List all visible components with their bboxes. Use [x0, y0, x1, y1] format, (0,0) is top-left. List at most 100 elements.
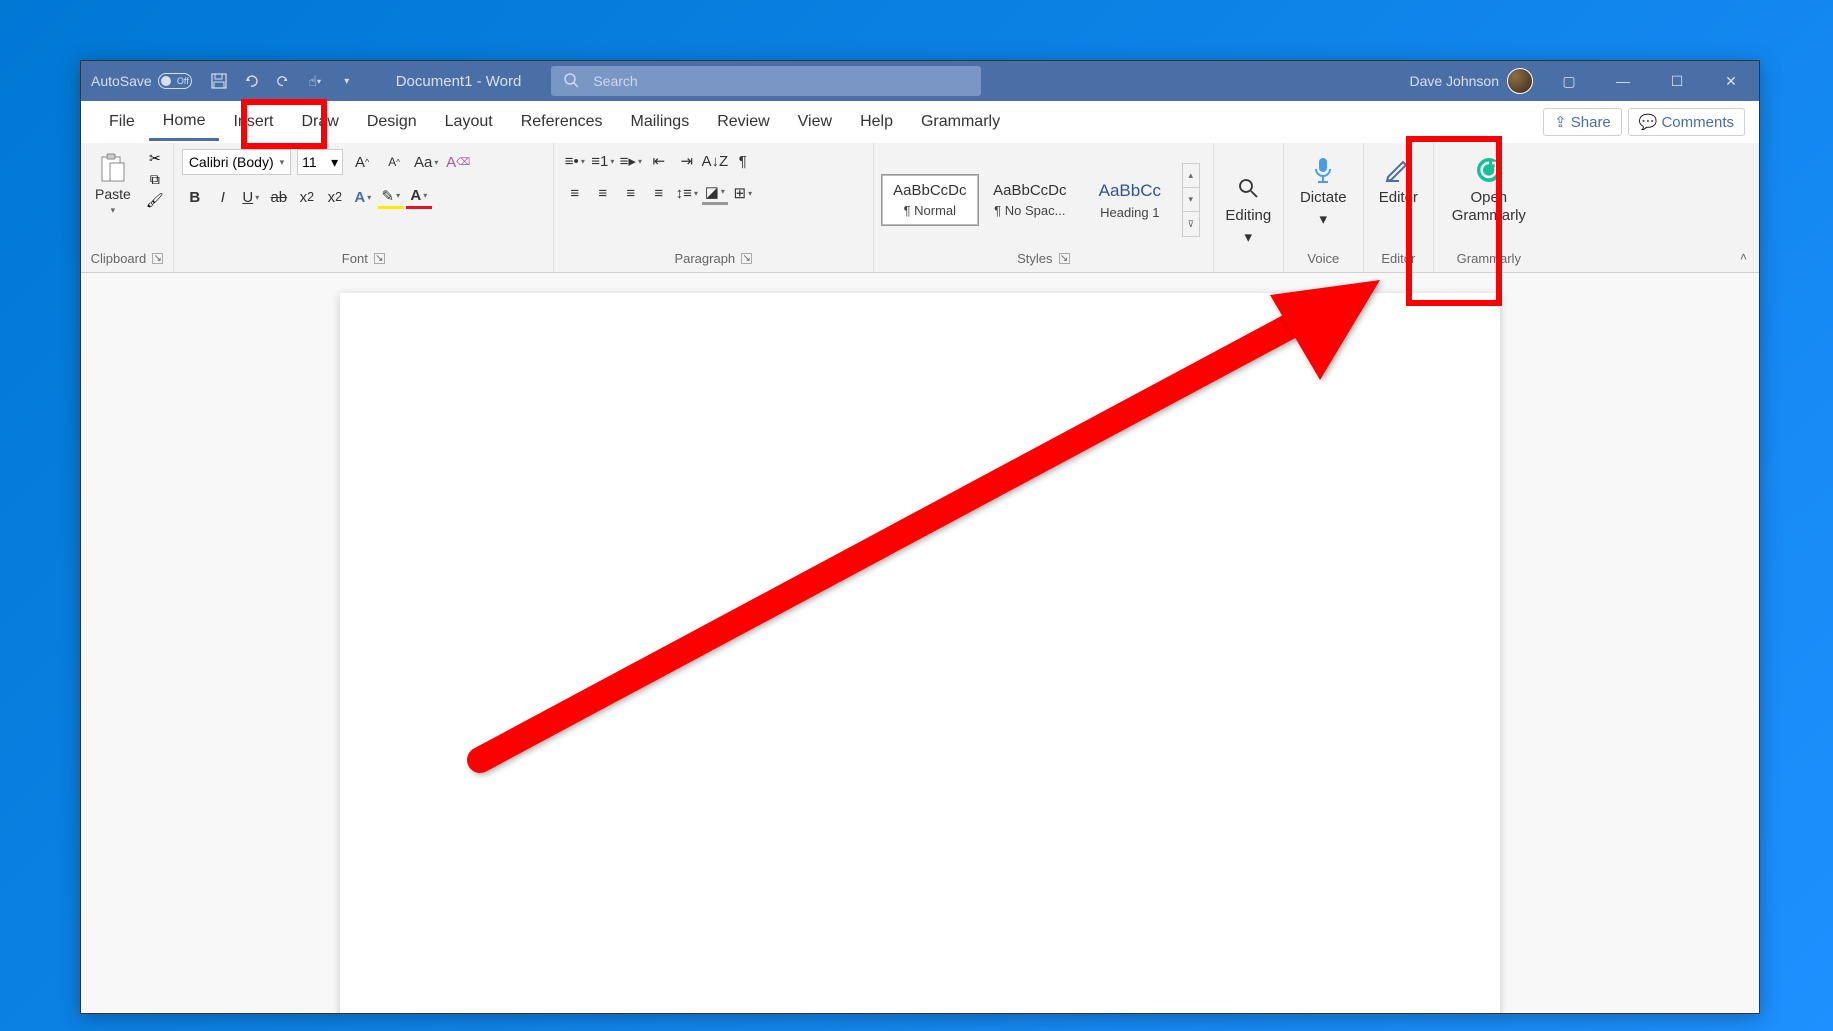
sort-button[interactable]: A↓Z — [702, 149, 728, 173]
undo-icon[interactable] — [242, 72, 260, 90]
share-icon: ⇪ — [1554, 113, 1567, 131]
grow-font-button[interactable]: A^ — [349, 150, 375, 174]
bold-button[interactable]: B — [182, 185, 208, 209]
comments-button[interactable]: 💬Comments — [1628, 108, 1745, 136]
group-grammarly-label: Grammarly — [1457, 251, 1521, 266]
chevron-down-icon: ▾ — [1320, 210, 1328, 228]
clipboard-launcher[interactable]: ↘ — [152, 253, 163, 264]
subscript-button[interactable]: x2 — [294, 185, 320, 209]
minimize-icon[interactable]: ― — [1605, 73, 1641, 89]
change-case-button[interactable]: Aa — [413, 150, 439, 174]
increase-indent-button[interactable]: ⇥ — [674, 149, 700, 173]
font-launcher[interactable]: ↘ — [374, 253, 385, 264]
word-window: AutoSave Off ☝︎▾ ▾ Document1 - Word Dave… — [80, 60, 1760, 1014]
font-color-button[interactable]: A — [406, 185, 432, 209]
clear-formatting-button[interactable]: A⌫ — [445, 150, 471, 174]
open-grammarly-button[interactable]: Open Grammarly — [1442, 149, 1536, 251]
multilevel-list-button[interactable]: ≡▸ — [618, 149, 644, 173]
group-paragraph: ≡• ≡1 ≡▸ ⇤ ⇥ A↓Z ¶ ≡ ≡ ≡ ≡ ↕≡ ◪ ⊞ — [554, 143, 874, 272]
editing-button[interactable]: Editing ▾ — [1222, 149, 1275, 270]
editing-label: Editing — [1225, 207, 1271, 224]
group-grammarly: Open Grammarly Grammarly — [1434, 143, 1544, 272]
highlight-color-button[interactable]: ✎ — [378, 185, 404, 209]
dictate-button[interactable]: Dictate ▾ — [1292, 149, 1355, 251]
close-icon[interactable]: ✕ — [1713, 73, 1749, 90]
show-marks-button[interactable]: ¶ — [730, 149, 756, 173]
styles-up[interactable]: ▴ — [1183, 164, 1199, 188]
tab-view[interactable]: View — [784, 105, 846, 139]
autosave-state[interactable]: Off — [158, 73, 192, 89]
ribbon: Paste ▾ ✂ ⧉ 🖌 Clipboard↘ Calibri (Body)▾… — [81, 143, 1759, 273]
numbering-button[interactable]: ≡1 — [590, 149, 616, 173]
search-input[interactable] — [593, 73, 969, 89]
tab-help[interactable]: Help — [846, 105, 907, 139]
microphone-icon — [1308, 155, 1338, 185]
align-right-button[interactable]: ≡ — [618, 181, 644, 205]
shading-button[interactable]: ◪ — [702, 181, 728, 205]
underline-button[interactable]: U — [238, 185, 264, 209]
editor-button[interactable]: Editor — [1372, 149, 1425, 251]
user-account[interactable]: Dave Johnson — [1409, 68, 1533, 94]
tab-references[interactable]: References — [507, 105, 617, 139]
paragraph-launcher[interactable]: ↘ — [741, 253, 752, 264]
search-box[interactable] — [551, 66, 981, 96]
strikethrough-button[interactable]: ab — [266, 185, 292, 209]
copy-icon[interactable]: ⧉ — [145, 170, 165, 188]
styles-launcher[interactable]: ↘ — [1059, 253, 1070, 264]
group-styles-label: Styles — [1017, 251, 1052, 266]
tab-mailings[interactable]: Mailings — [617, 105, 704, 139]
group-editing: Editing ▾ — [1214, 143, 1284, 272]
redo-icon[interactable] — [274, 72, 292, 90]
justify-button[interactable]: ≡ — [646, 181, 672, 205]
style-heading1[interactable]: AaBbCc Heading 1 — [1082, 174, 1178, 227]
ribbon-tabs: File Home Insert Draw Design Layout Refe… — [81, 101, 1759, 143]
styles-down[interactable]: ▾ — [1183, 188, 1199, 212]
titlebar: AutoSave Off ☝︎▾ ▾ Document1 - Word Dave… — [81, 61, 1759, 101]
font-size-select[interactable]: 11▾ — [297, 149, 343, 175]
user-name: Dave Johnson — [1409, 73, 1499, 89]
tab-design[interactable]: Design — [353, 105, 431, 139]
paste-button[interactable]: Paste ▾ — [89, 149, 137, 220]
bullets-button[interactable]: ≡• — [562, 149, 588, 173]
maximize-icon[interactable]: ☐ — [1659, 73, 1695, 90]
page[interactable] — [340, 293, 1500, 1013]
borders-button[interactable]: ⊞ — [730, 181, 756, 205]
cut-icon[interactable]: ✂ — [145, 149, 165, 167]
tab-file[interactable]: File — [95, 105, 149, 139]
decrease-indent-button[interactable]: ⇤ — [646, 149, 672, 173]
autosave-label: AutoSave — [91, 73, 152, 89]
collapse-ribbon-button[interactable]: ˄ — [1740, 250, 1747, 264]
group-editor-label: Editor — [1381, 251, 1415, 266]
style-normal[interactable]: AaBbCcDc ¶ Normal — [882, 175, 978, 225]
tab-review[interactable]: Review — [703, 105, 783, 139]
align-center-button[interactable]: ≡ — [590, 181, 616, 205]
line-spacing-button[interactable]: ↕≡ — [674, 181, 700, 205]
tab-grammarly[interactable]: Grammarly — [907, 105, 1014, 139]
shrink-font-button[interactable]: A^ — [381, 150, 407, 174]
ribbon-display-icon[interactable]: ▢ — [1551, 73, 1587, 90]
share-button[interactable]: ⇪Share — [1543, 108, 1622, 136]
comments-icon: 💬 — [1639, 113, 1658, 131]
format-painter-icon[interactable]: 🖌 — [145, 191, 165, 209]
tab-home[interactable]: Home — [149, 104, 220, 141]
tab-insert[interactable]: Insert — [219, 105, 287, 139]
font-name-select[interactable]: Calibri (Body)▾ — [182, 149, 291, 175]
tab-layout[interactable]: Layout — [431, 105, 507, 139]
avatar — [1507, 68, 1533, 94]
style-no-spacing[interactable]: AaBbCcDc ¶ No Spac... — [982, 175, 1078, 225]
customize-qat-icon[interactable]: ▾ — [338, 72, 356, 90]
chevron-down-icon: ▾ — [111, 205, 116, 216]
superscript-button[interactable]: x2 — [322, 185, 348, 209]
italic-button[interactable]: I — [210, 185, 236, 209]
find-icon — [1233, 173, 1263, 203]
touch-mode-icon[interactable]: ☝︎▾ — [306, 72, 324, 90]
align-left-button[interactable]: ≡ — [562, 181, 588, 205]
document-area — [81, 273, 1759, 1013]
tab-draw[interactable]: Draw — [287, 105, 352, 139]
save-icon[interactable] — [210, 72, 228, 90]
group-paragraph-label: Paragraph — [674, 251, 735, 266]
group-styles: AaBbCcDc ¶ Normal AaBbCcDc ¶ No Spac... … — [874, 143, 1214, 272]
autosave-toggle[interactable]: AutoSave Off — [91, 73, 192, 89]
styles-expand[interactable]: ⊽ — [1183, 212, 1199, 236]
text-effects-button[interactable]: A — [350, 185, 376, 209]
